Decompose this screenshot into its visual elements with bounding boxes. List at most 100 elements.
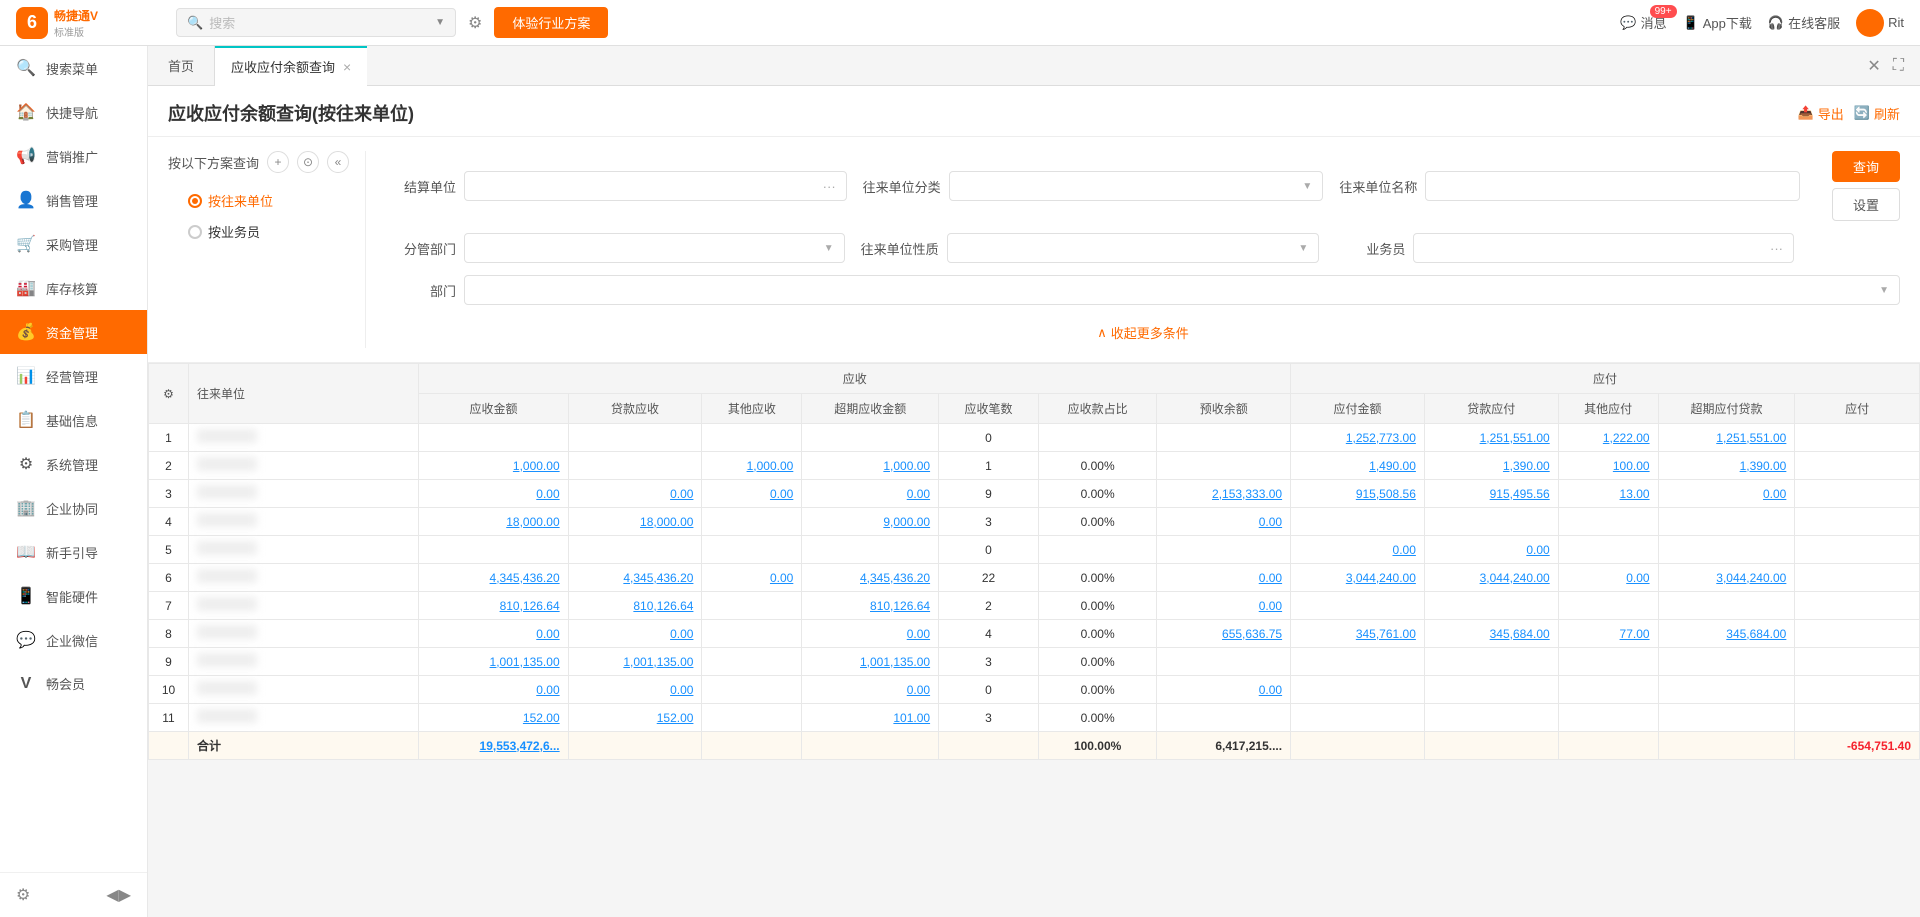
sidebar-item-wechat[interactable]: 💬 企业微信: [0, 618, 147, 662]
table-row: 418,000.0018,000.009,000.0030.00%0.00: [149, 508, 1920, 536]
select-unit-nature[interactable]: ▼: [947, 233, 1320, 263]
scheme-label-unit: 按往来单位: [208, 191, 273, 210]
sidebar-item-finance[interactable]: 💰 资金管理: [0, 310, 147, 354]
search-placeholder: 搜索: [209, 13, 235, 32]
wechat-icon: 💬: [16, 630, 36, 650]
sidebar-item-inventory[interactable]: 🏭 库存核算: [0, 266, 147, 310]
page-title: 应收应付余额查询(按往来单位): [168, 100, 414, 126]
sidebar-item-smart-hw[interactable]: 📱 智能硬件: [0, 574, 147, 618]
label-unit-name: 往来单位名称: [1339, 177, 1417, 196]
filter-field-settlement-unit: 结算单位 ···: [386, 171, 847, 201]
smart-hw-icon: 📱: [16, 586, 36, 606]
select-unit-category[interactable]: ▼: [949, 171, 1324, 201]
sidebar-item-quick-nav[interactable]: 🏠 快捷导航: [0, 90, 147, 134]
logo-area: 6 畅捷通V 标准版: [16, 7, 164, 39]
window-close-button[interactable]: ✕: [1867, 56, 1880, 76]
unit-cell: [189, 536, 419, 564]
sidebar-item-sales[interactable]: 👤 销售管理: [0, 178, 147, 222]
chevron-up-icon: ∧: [1097, 325, 1107, 341]
unit-cell: [189, 424, 419, 452]
radio-dot-unit: [188, 194, 202, 208]
finance-icon: 💰: [16, 322, 36, 342]
sidebar-item-basic-info[interactable]: 📋 基础信息: [0, 398, 147, 442]
query-button[interactable]: 查询: [1832, 151, 1900, 182]
label-settlement: 结算单位: [386, 177, 456, 196]
filter-field-unit-nature: 往来单位性质 ▼: [861, 233, 1320, 263]
tab-close-button[interactable]: ×: [343, 59, 351, 75]
settings-button[interactable]: 设置: [1832, 188, 1900, 221]
label-unit-category: 往来单位分类: [863, 177, 941, 196]
sidebar-item-operations[interactable]: 📊 经营管理: [0, 354, 147, 398]
th-group-payable: 应付: [1291, 364, 1920, 394]
receivable-payable-table: ⚙ 往来单位 应收 应付 应收金额 贷款应收 其他应收 超期应收金额 应收笔数: [148, 363, 1920, 760]
online-service-action[interactable]: 🎧 在线客服: [1768, 13, 1840, 32]
table-row: 500.000.00: [149, 536, 1920, 564]
tab-home[interactable]: 首页: [148, 46, 215, 86]
settings-scheme-button[interactable]: ⊙: [297, 151, 319, 173]
unit-cell: [189, 452, 419, 480]
footer-recv-ratio: 100.00%: [1038, 732, 1156, 760]
settings-icon[interactable]: ⚙: [468, 13, 482, 33]
collapse-more-button[interactable]: ∧ 收起更多条件: [386, 317, 1900, 348]
scheme-option-by-salesman[interactable]: 按业务员: [178, 218, 349, 245]
top-search-box[interactable]: 🔍 搜索 ▼: [176, 8, 456, 37]
logo-name: 畅捷通V: [54, 7, 98, 24]
th-unit: 往来单位: [189, 364, 419, 424]
scheme-label: 按以下方案查询: [168, 153, 259, 172]
sidebar-item-vip[interactable]: V 畅会员: [0, 662, 147, 705]
footer-prepaid: 6,417,215....: [1157, 732, 1291, 760]
vip-icon: V: [16, 675, 36, 693]
app-download-action[interactable]: 📱 App下载: [1683, 13, 1752, 32]
sidebar-item-search-menu[interactable]: 🔍 搜索菜单: [0, 46, 147, 90]
table-footer: 合计 19,553,472,6... 100.00% 6,417,215....: [149, 732, 1920, 760]
footer-receivable[interactable]: 19,553,472,6...: [419, 732, 568, 760]
refresh-button[interactable]: 🔄 刷新: [1854, 104, 1900, 123]
sidebar-collapse-button[interactable]: ◀▶: [106, 885, 131, 905]
th-other-recv: 其他应收: [702, 394, 802, 424]
unit-cell: [189, 564, 419, 592]
label-salesman: 业务员: [1335, 239, 1405, 258]
table-row: 11152.00152.00101.0030.00%: [149, 704, 1920, 732]
th-recv-ratio: 应收款占比: [1038, 394, 1156, 424]
th-loan-pay: 贷款应付: [1424, 394, 1558, 424]
table-row: 80.000.000.0040.00%655,636.75345,761.003…: [149, 620, 1920, 648]
select-department[interactable]: ▼: [464, 275, 1900, 305]
collapse-scheme-button[interactable]: «: [327, 151, 349, 173]
th-group-receivable: 应收: [419, 364, 1291, 394]
select-dept[interactable]: ▼: [464, 233, 845, 263]
sidebar-item-guide[interactable]: 📖 新手引导: [0, 530, 147, 574]
tab-receivable-query[interactable]: 应收应付余额查询 ×: [215, 46, 367, 86]
data-table-container: ⚙ 往来单位 应收 应付 应收金额 贷款应收 其他应收 超期应收金额 应收笔数: [148, 363, 1920, 760]
input-settlement-unit[interactable]: ···: [464, 171, 847, 201]
sidebar-settings-icon[interactable]: ⚙: [16, 885, 30, 905]
input-salesman[interactable]: ···: [1413, 233, 1794, 263]
user-avatar[interactable]: Rit: [1856, 9, 1904, 37]
sidebar-item-enterprise[interactable]: 🏢 企业协同: [0, 486, 147, 530]
th-recv-count: 应收笔数: [939, 394, 1039, 424]
unit-cell: [189, 508, 419, 536]
unit-cell: [189, 704, 419, 732]
system-icon: ⚙: [16, 454, 36, 474]
industry-solution-button[interactable]: 体验行业方案: [494, 7, 608, 38]
search-icon: 🔍: [187, 15, 203, 31]
label-unit-nature: 往来单位性质: [861, 239, 939, 258]
th-prepaid: 预收余额: [1157, 394, 1291, 424]
sidebar-item-marketing[interactable]: 📢 营销推广: [0, 134, 147, 178]
export-button[interactable]: 📤 导出: [1798, 104, 1844, 123]
th-recv-amount: 应收金额: [419, 394, 568, 424]
unit-cell: [189, 480, 419, 508]
add-scheme-button[interactable]: +: [267, 151, 289, 173]
table-settings-header[interactable]: ⚙: [149, 364, 189, 424]
table-row: 21,000.001,000.001,000.0010.00%1,490.001…: [149, 452, 1920, 480]
scheme-option-by-unit[interactable]: 按往来单位: [178, 187, 349, 214]
sidebar-item-system[interactable]: ⚙ 系统管理: [0, 442, 147, 486]
logo-sub: 标准版: [54, 24, 98, 39]
message-action[interactable]: 💬 消息 99+: [1620, 13, 1666, 32]
sidebar-item-purchase[interactable]: 🛒 采购管理: [0, 222, 147, 266]
logo-icon: 6: [16, 7, 48, 39]
filter-field-unit-name: 往来单位名称: [1339, 171, 1800, 201]
input-unit-name[interactable]: [1425, 171, 1800, 201]
window-maximize-button[interactable]: ⛶: [1893, 57, 1904, 75]
filter-area: 按以下方案查询 + ⊙ «: [148, 137, 1920, 363]
sales-icon: 👤: [16, 190, 36, 210]
